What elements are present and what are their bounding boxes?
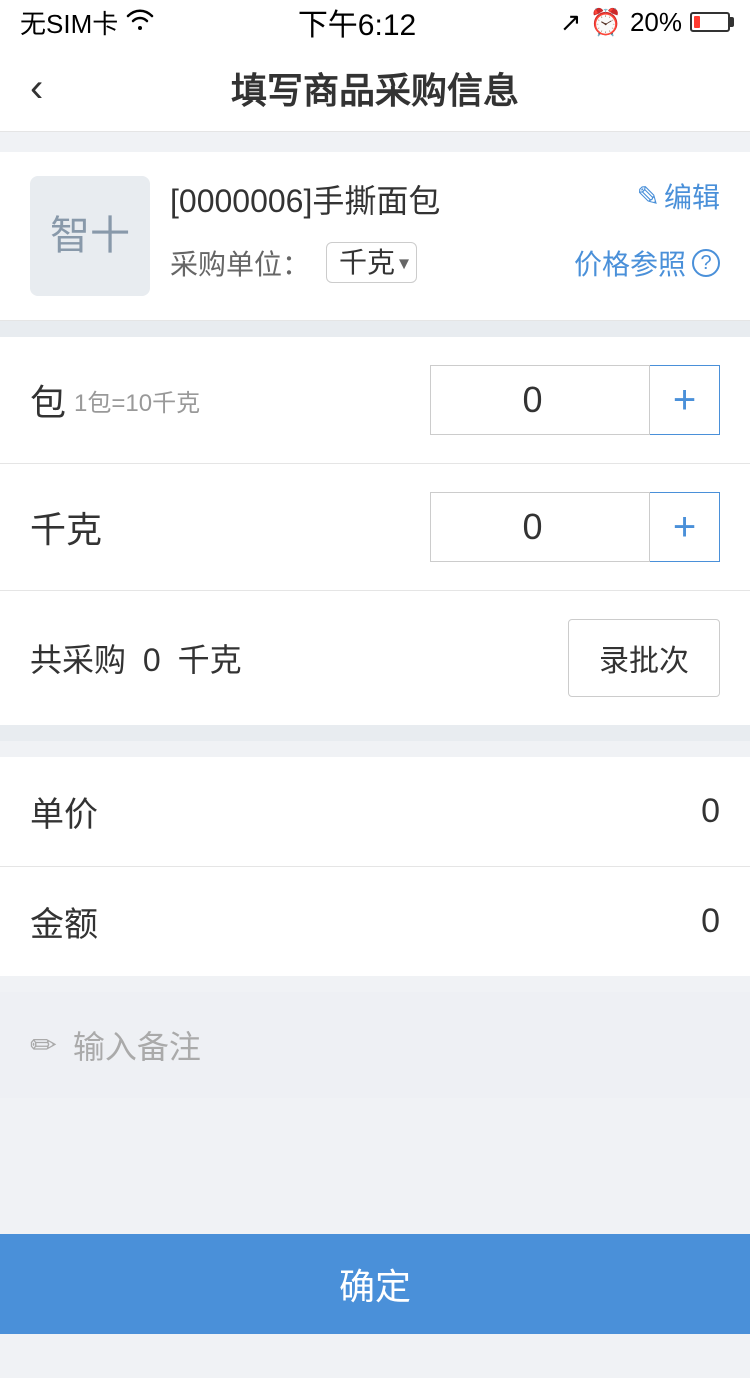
summary-prefix: 共采购	[30, 642, 126, 678]
quantity-input-group-kg: +	[430, 492, 720, 562]
status-bar-left: 无SIM卡	[20, 4, 154, 41]
price-row-amount: 金额 0	[0, 867, 750, 976]
summary-value: 0	[143, 642, 161, 678]
quantity-label-bag: 包	[30, 374, 66, 426]
price-amount-value: 0	[701, 902, 720, 941]
product-logo: 智十	[50, 212, 130, 260]
edit-icon: ✎	[637, 180, 660, 213]
nav-bar: ‹ 填写商品采购信息	[0, 44, 750, 132]
edit-button[interactable]: ✎ 编辑	[637, 176, 720, 216]
quantity-row-kg: 千克 +	[0, 464, 750, 591]
back-button[interactable]: ‹	[30, 68, 43, 108]
battery-percent: 20%	[630, 7, 682, 38]
remark-section[interactable]: ✏ 输入备注	[0, 992, 750, 1098]
quantity-plus-kg[interactable]: +	[650, 492, 720, 562]
price-unit-value: 0	[701, 792, 720, 831]
price-row-unit: 单价 0	[0, 757, 750, 867]
unit-label: 采购单位：	[170, 243, 310, 283]
status-bar-right: ↗ ⏰ 20%	[560, 7, 730, 38]
quantity-plus-bag[interactable]: +	[650, 365, 720, 435]
product-name: [0000006]手撕面包	[170, 176, 440, 222]
summary-text: 共采购 0 千克	[30, 635, 242, 681]
divider-2	[0, 725, 750, 741]
location-icon: ↗	[560, 7, 582, 38]
summary-suffix: 千克	[178, 642, 242, 678]
quantity-input-group-bag: +	[430, 365, 720, 435]
quantity-label-kg: 千克	[30, 501, 102, 553]
carrier-text: 无SIM卡	[20, 4, 118, 41]
unit-select[interactable]: 千克 包	[326, 242, 417, 283]
product-image: 智十	[30, 176, 150, 296]
price-amount-label: 金额	[30, 897, 98, 946]
alarm-icon: ⏰	[590, 7, 622, 38]
edit-label: 编辑	[664, 176, 720, 216]
quantity-input-bag[interactable]	[430, 365, 650, 435]
status-bar: 无SIM卡 下午6:12 ↗ ⏰ 20%	[0, 0, 750, 44]
price-ref-button[interactable]: 价格参照 ?	[574, 243, 720, 283]
price-ref-label: 价格参照	[574, 243, 686, 283]
quantity-section: 包 1包=10千克 + 千克 + 共采购 0 千克 录批次	[0, 337, 750, 725]
product-unit-row: 采购单位： 千克 包 价格参照 ?	[170, 242, 720, 283]
price-unit-label: 单价	[30, 787, 98, 836]
quantity-sublabel-bag: 1包=10千克	[74, 383, 200, 418]
batch-button[interactable]: 录批次	[568, 619, 720, 697]
confirm-button[interactable]: 确定	[0, 1234, 750, 1334]
summary-row: 共采购 0 千克 录批次	[0, 591, 750, 725]
page-title: 填写商品采购信息	[231, 62, 519, 114]
price-section: 单价 0 金额 0	[0, 757, 750, 976]
battery-indicator	[690, 12, 730, 32]
status-bar-time: 下午6:12	[298, 0, 416, 44]
unit-select-wrapper[interactable]: 千克 包	[326, 242, 417, 283]
remark-placeholder: 输入备注	[73, 1022, 201, 1068]
product-info: [0000006]手撕面包 ✎ 编辑 采购单位： 千克 包 价格参照 ?	[170, 176, 720, 283]
divider-1	[0, 321, 750, 337]
quantity-input-kg[interactable]	[430, 492, 650, 562]
quantity-row-bag: 包 1包=10千克 +	[0, 337, 750, 464]
wifi-icon	[126, 7, 154, 38]
product-card: 智十 [0000006]手撕面包 ✎ 编辑 采购单位： 千克 包 价格参照 ?	[0, 152, 750, 321]
help-icon: ?	[692, 249, 720, 277]
product-header: [0000006]手撕面包 ✎ 编辑	[170, 176, 720, 222]
pencil-icon: ✏	[30, 1026, 57, 1064]
